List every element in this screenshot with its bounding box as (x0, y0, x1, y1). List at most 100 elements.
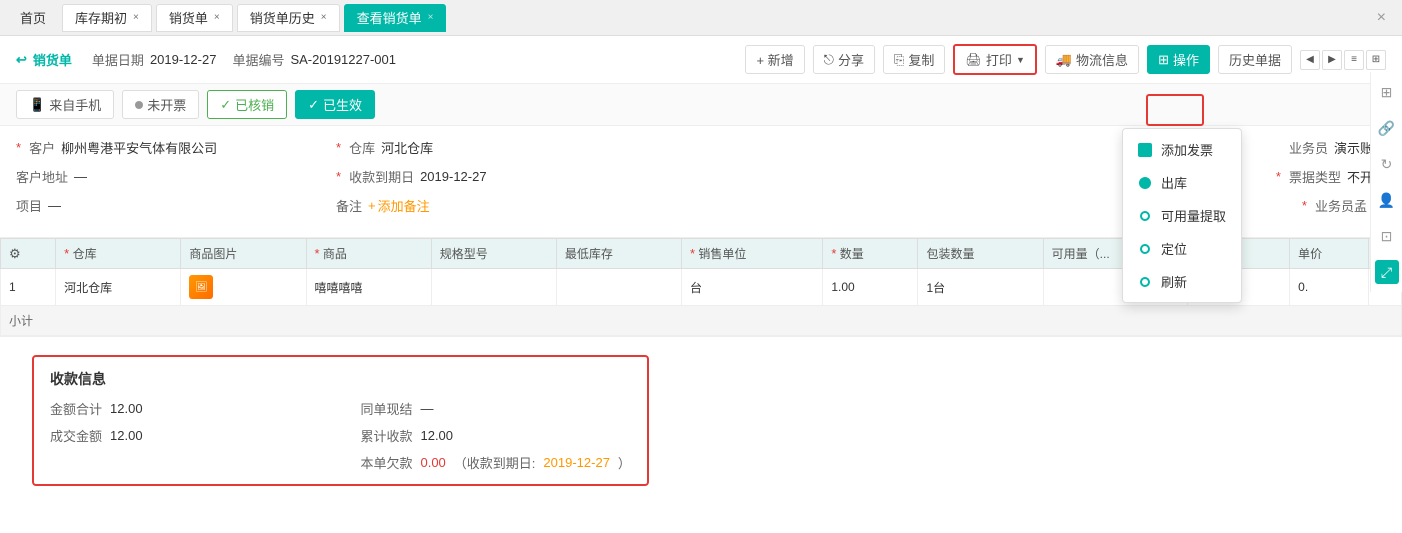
share-icon: ⎋ (824, 52, 834, 68)
logistics-label: 物流信息 (1076, 50, 1128, 69)
subtotal-label: 小计 (1, 306, 1402, 336)
cumulative-value: 12.00 (420, 428, 453, 443)
tab-inventory[interactable]: 库存期初 × (62, 4, 152, 32)
tab-sales-history-label: 销货单历史 (250, 8, 315, 27)
total-value: 12.00 (110, 401, 143, 416)
history-button[interactable]: 历史单据 (1218, 45, 1292, 74)
required-marker: * (1302, 198, 1307, 213)
copy-button[interactable]: ⎘ 复制 (883, 45, 945, 74)
nav-icons: ◀ ▶ ≡ ⊞ (1300, 50, 1386, 70)
operation-label: 操作 (1173, 50, 1199, 69)
copy-label: 复制 (908, 50, 934, 69)
warehouse-value[interactable]: 河北仓库 (381, 138, 433, 157)
address-value: — (74, 169, 87, 184)
sidebar-icon-user[interactable]: 👤 (1375, 188, 1399, 212)
row-pack-qty: 1台 (918, 269, 1043, 306)
from-phone-button[interactable]: 📱 来自手机 (16, 90, 114, 119)
cumulative-label: 累计收款 (360, 426, 412, 445)
settlement-row: 同单现结 — (360, 399, 630, 418)
not-open-label: 未开票 (147, 95, 186, 114)
copy-icon: ⎘ (894, 52, 904, 68)
print-button[interactable]: 🖨 打印 ▼ (953, 44, 1036, 75)
circle-icon2 (1140, 211, 1150, 221)
date-label: 单据日期 (92, 50, 144, 69)
address-label: 客户地址 (16, 167, 68, 186)
tab-view-sales-label: 查看销货单 (357, 8, 422, 27)
due-date-end: ） (618, 453, 631, 472)
outbound-label: 出库 (1161, 173, 1187, 192)
prev-button[interactable]: ◀ (1300, 50, 1320, 70)
doc-number-field: 单据编号 SA-20191227-001 (232, 50, 396, 69)
sidebar-icon-expand[interactable]: ⤢ (1375, 260, 1399, 284)
share-label: 分享 (838, 50, 864, 69)
customer-label: 客户 (29, 138, 55, 157)
grid-view-button[interactable]: ⊞ (1366, 50, 1386, 70)
col-settings[interactable]: ⚙ (1, 239, 56, 269)
customer-value[interactable]: 柳州粤港平安气体有限公司 (61, 138, 217, 157)
payment-date-field: * 收款到期日 2019-12-27 (336, 167, 536, 186)
new-button[interactable]: + 新增 (745, 45, 804, 74)
tab-home[interactable]: 首页 (8, 4, 58, 32)
add-invoice-label: 添加发票 (1161, 140, 1213, 159)
product-image: 🖼 (189, 275, 213, 299)
action-bar: 📱 来自手机 未开票 ✓ 已核销 ✓ 已生效 (0, 84, 1402, 126)
sales-order-icon: ↩ (16, 52, 27, 68)
available-qty-item[interactable]: 可用量提取 (1123, 199, 1241, 232)
window-close-button[interactable]: × (1369, 9, 1394, 27)
logistics-button[interactable]: 🚚 物流信息 (1045, 45, 1139, 74)
toolbar: + 新增 ⎋ 分享 ⎘ 复制 🖨 打印 ▼ 🚚 物流信息 ⊞ 操作 (745, 44, 1386, 75)
payment-date-label: 收款到期日 (349, 167, 414, 186)
gear-icon: ⚙ (9, 246, 21, 261)
summary-grid: 金额合计 12.00 同单现结 — 成交金额 12.00 累计收款 12.00 (50, 399, 631, 472)
locate-item[interactable]: 定位 (1123, 232, 1241, 265)
close-icon[interactable]: × (321, 12, 327, 23)
project-field: 项目 — (16, 196, 316, 215)
share-button[interactable]: ⎋ 分享 (813, 45, 875, 74)
note-label: 备注 (336, 196, 362, 215)
add-note-button[interactable]: + 添加备注 (368, 196, 430, 215)
sidebar-icon-link[interactable]: 🔗 (1375, 116, 1399, 140)
plus-icon: + (368, 198, 376, 213)
check-icon: ✓ (220, 97, 231, 113)
sidebar-icon-sync[interactable]: ↻ (1375, 152, 1399, 176)
history-label: 历史单据 (1229, 50, 1281, 69)
due-value: 0.00 (420, 455, 445, 470)
add-invoice-item[interactable]: 添加发票 (1123, 133, 1241, 166)
row-warehouse: 河北仓库 (56, 269, 181, 306)
doc-date-field: 单据日期 2019-12-27 (92, 50, 217, 69)
verified-button[interactable]: ✓ 已核销 (207, 90, 287, 119)
outbound-item[interactable]: 出库 (1123, 166, 1241, 199)
next-button[interactable]: ▶ (1322, 50, 1342, 70)
square-icon (1138, 143, 1152, 157)
not-open-button[interactable]: 未开票 (122, 90, 199, 119)
sidebar-icon-table[interactable]: ⊡ (1375, 224, 1399, 248)
row-unit: 台 (682, 269, 823, 306)
number-label: 单据编号 (232, 50, 284, 69)
close-icon[interactable]: × (133, 12, 139, 23)
refresh-item[interactable]: 刷新 (1123, 265, 1241, 298)
operation-button[interactable]: ⊞ 操作 (1147, 45, 1210, 74)
tab-sales-history[interactable]: 销货单历史 × (237, 4, 340, 32)
summary-section: 收款信息 金额合计 12.00 同单现结 — 成交金额 12.00 累计收款 1… (0, 337, 1402, 504)
tab-sales[interactable]: 销货单 × (156, 4, 233, 32)
product-img-icon: 🖼 (195, 282, 208, 293)
col-unit: * 销售单位 (682, 239, 823, 269)
refresh-icon (1137, 274, 1153, 290)
tab-view-sales[interactable]: 查看销货单 × (344, 4, 447, 32)
locate-icon (1137, 241, 1153, 257)
sidebar-icon-grid[interactable]: ⊞ (1375, 80, 1399, 104)
note-field: 备注 + 添加备注 (336, 196, 536, 215)
effective-button[interactable]: ✓ 已生效 (295, 90, 375, 119)
close-icon[interactable]: × (214, 12, 220, 23)
transaction-label: 成交金额 (50, 426, 102, 445)
doc-title: ↩ 销货单 (16, 50, 72, 69)
total-label: 金额合计 (50, 399, 102, 418)
close-icon[interactable]: × (428, 12, 434, 23)
customer-field: * 客户 柳州粤港平安气体有限公司 (16, 138, 316, 157)
check-icon2: ✓ (308, 97, 319, 113)
list-view-button[interactable]: ≡ (1344, 50, 1364, 70)
col-min-stock: 最低库存 (556, 239, 681, 269)
row-product: 嘻嘻嘻嘻 (306, 269, 431, 306)
settlement-value: — (420, 401, 433, 416)
col-warehouse: * 仓库 (56, 239, 181, 269)
